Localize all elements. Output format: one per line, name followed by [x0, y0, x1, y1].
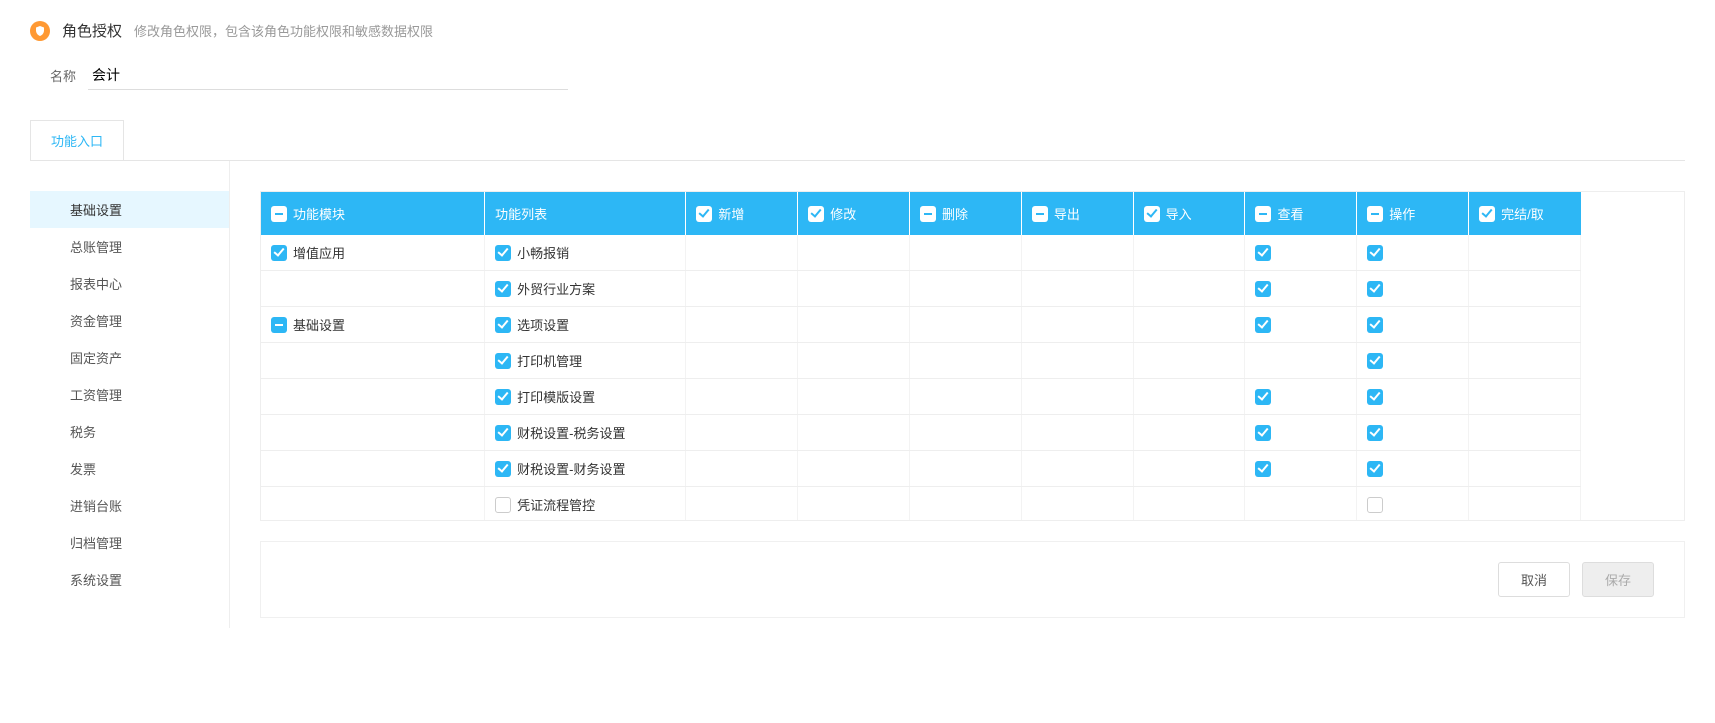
save-button[interactable]: 保存 [1582, 562, 1654, 597]
module-label: 增值应用 [293, 243, 345, 262]
cell-checkbox-4-5[interactable] [1255, 389, 1271, 405]
cell-checkbox-1-5[interactable] [1255, 281, 1271, 297]
func-label: 打印模版设置 [517, 387, 595, 406]
cell-checkbox-0-6[interactable] [1367, 245, 1383, 261]
cell-checkbox-2-6[interactable] [1367, 317, 1383, 333]
page-subtitle: 修改角色权限，包含该角色功能权限和敏感数据权限 [134, 21, 433, 40]
header-checkbox-9[interactable] [1479, 206, 1495, 222]
cell-checkbox-5-6[interactable] [1367, 425, 1383, 441]
sidebar-item-1[interactable]: 总账管理 [30, 228, 229, 265]
sidebar-item-6[interactable]: 税务 [30, 413, 229, 450]
cancel-button[interactable]: 取消 [1498, 562, 1570, 597]
col-header-3[interactable]: 修改 [798, 192, 910, 235]
func-checkbox[interactable] [495, 425, 511, 441]
col-header-7[interactable]: 查看 [1245, 192, 1357, 235]
header-label: 新增 [718, 204, 744, 223]
header-label: 查看 [1277, 204, 1303, 223]
cell-checkbox-5-5[interactable] [1255, 425, 1271, 441]
tab-function-entry[interactable]: 功能入口 [30, 120, 124, 160]
func-label: 财税设置-财务设置 [517, 459, 625, 478]
cell-checkbox-7-6[interactable] [1367, 497, 1383, 513]
col-header-6[interactable]: 导入 [1133, 192, 1245, 235]
sidebar-item-2[interactable]: 报表中心 [30, 265, 229, 302]
func-checkbox[interactable] [495, 353, 511, 369]
header-checkbox-2[interactable] [696, 206, 712, 222]
sidebar: 基础设置总账管理报表中心资金管理固定资产工资管理税务发票进销台账归档管理系统设置 [30, 161, 230, 628]
content-area: 功能模块 功能列表 新增 修改 删除 导出 导入 查看 操作 完结/取 增值应用 小畅报销外贸行业方… [230, 161, 1685, 628]
header-label: 功能列表 [495, 204, 547, 223]
shield-icon [30, 21, 50, 41]
func-checkbox[interactable] [495, 317, 511, 333]
header-checkbox-6[interactable] [1144, 206, 1160, 222]
header-checkbox-0[interactable] [271, 206, 287, 222]
sidebar-item-0[interactable]: 基础设置 [30, 191, 229, 228]
cell-checkbox-6-6[interactable] [1367, 461, 1383, 477]
sidebar-item-10[interactable]: 系统设置 [30, 561, 229, 598]
module-checkbox[interactable] [271, 245, 287, 261]
header-label: 操作 [1389, 204, 1415, 223]
func-checkbox[interactable] [495, 281, 511, 297]
name-label: 名称 [50, 66, 76, 85]
table-row: 基础设置 选项设置 [261, 307, 1581, 343]
col-header-0[interactable]: 功能模块 [261, 192, 485, 235]
table-row: 凭证流程管控 [261, 487, 1581, 522]
header-checkbox-5[interactable] [1032, 206, 1048, 222]
cell-checkbox-2-5[interactable] [1255, 317, 1271, 333]
cell-checkbox-0-5[interactable] [1255, 245, 1271, 261]
module-label: 基础设置 [293, 315, 345, 334]
header-label: 导入 [1166, 204, 1192, 223]
col-header-8[interactable]: 操作 [1357, 192, 1469, 235]
col-header-4[interactable]: 删除 [910, 192, 1022, 235]
header-label: 导出 [1054, 204, 1080, 223]
func-label: 小畅报销 [517, 243, 569, 262]
col-header-1[interactable]: 功能列表 [485, 192, 686, 235]
sidebar-item-4[interactable]: 固定资产 [30, 339, 229, 376]
permission-table: 功能模块 功能列表 新增 修改 删除 导出 导入 查看 操作 完结/取 增值应用 小畅报销外贸行业方… [261, 192, 1581, 521]
func-checkbox[interactable] [495, 389, 511, 405]
page-header: 角色授权 修改角色权限，包含该角色功能权限和敏感数据权限 [30, 20, 1685, 41]
page-title: 角色授权 [62, 20, 122, 41]
col-header-9[interactable]: 完结/取 [1469, 192, 1581, 235]
header-checkbox-7[interactable] [1255, 206, 1271, 222]
func-label: 凭证流程管控 [517, 495, 595, 514]
table-row: 增值应用 小畅报销 [261, 235, 1581, 271]
sidebar-item-7[interactable]: 发票 [30, 450, 229, 487]
permission-table-wrap[interactable]: 功能模块 功能列表 新增 修改 删除 导出 导入 查看 操作 完结/取 增值应用 小畅报销外贸行业方… [260, 191, 1685, 521]
header-label: 完结/取 [1501, 204, 1544, 223]
table-row: 打印模版设置 [261, 379, 1581, 415]
name-row: 名称 [50, 61, 1685, 90]
cell-checkbox-1-6[interactable] [1367, 281, 1383, 297]
header-checkbox-3[interactable] [808, 206, 824, 222]
col-header-2[interactable]: 新增 [686, 192, 798, 235]
table-row: 财税设置-税务设置 [261, 415, 1581, 451]
func-checkbox[interactable] [495, 497, 511, 513]
func-label: 打印机管理 [517, 351, 582, 370]
func-label: 选项设置 [517, 315, 569, 334]
footer-actions: 取消 保存 [260, 541, 1685, 618]
func-label: 外贸行业方案 [517, 279, 595, 298]
header-label: 修改 [830, 204, 856, 223]
sidebar-item-3[interactable]: 资金管理 [30, 302, 229, 339]
table-row: 打印机管理 [261, 343, 1581, 379]
name-input[interactable] [88, 61, 568, 90]
func-checkbox[interactable] [495, 461, 511, 477]
func-checkbox[interactable] [495, 245, 511, 261]
cell-checkbox-6-5[interactable] [1255, 461, 1271, 477]
func-label: 财税设置-税务设置 [517, 423, 625, 442]
module-checkbox[interactable] [271, 317, 287, 333]
header-label: 功能模块 [293, 204, 345, 223]
sidebar-item-8[interactable]: 进销台账 [30, 487, 229, 524]
col-header-5[interactable]: 导出 [1021, 192, 1133, 235]
cell-checkbox-3-6[interactable] [1367, 353, 1383, 369]
tabs: 功能入口 [30, 120, 1685, 161]
cell-checkbox-4-6[interactable] [1367, 389, 1383, 405]
header-checkbox-4[interactable] [920, 206, 936, 222]
sidebar-item-5[interactable]: 工资管理 [30, 376, 229, 413]
header-checkbox-8[interactable] [1367, 206, 1383, 222]
sidebar-item-9[interactable]: 归档管理 [30, 524, 229, 561]
table-row: 外贸行业方案 [261, 271, 1581, 307]
header-label: 删除 [942, 204, 968, 223]
table-row: 财税设置-财务设置 [261, 451, 1581, 487]
